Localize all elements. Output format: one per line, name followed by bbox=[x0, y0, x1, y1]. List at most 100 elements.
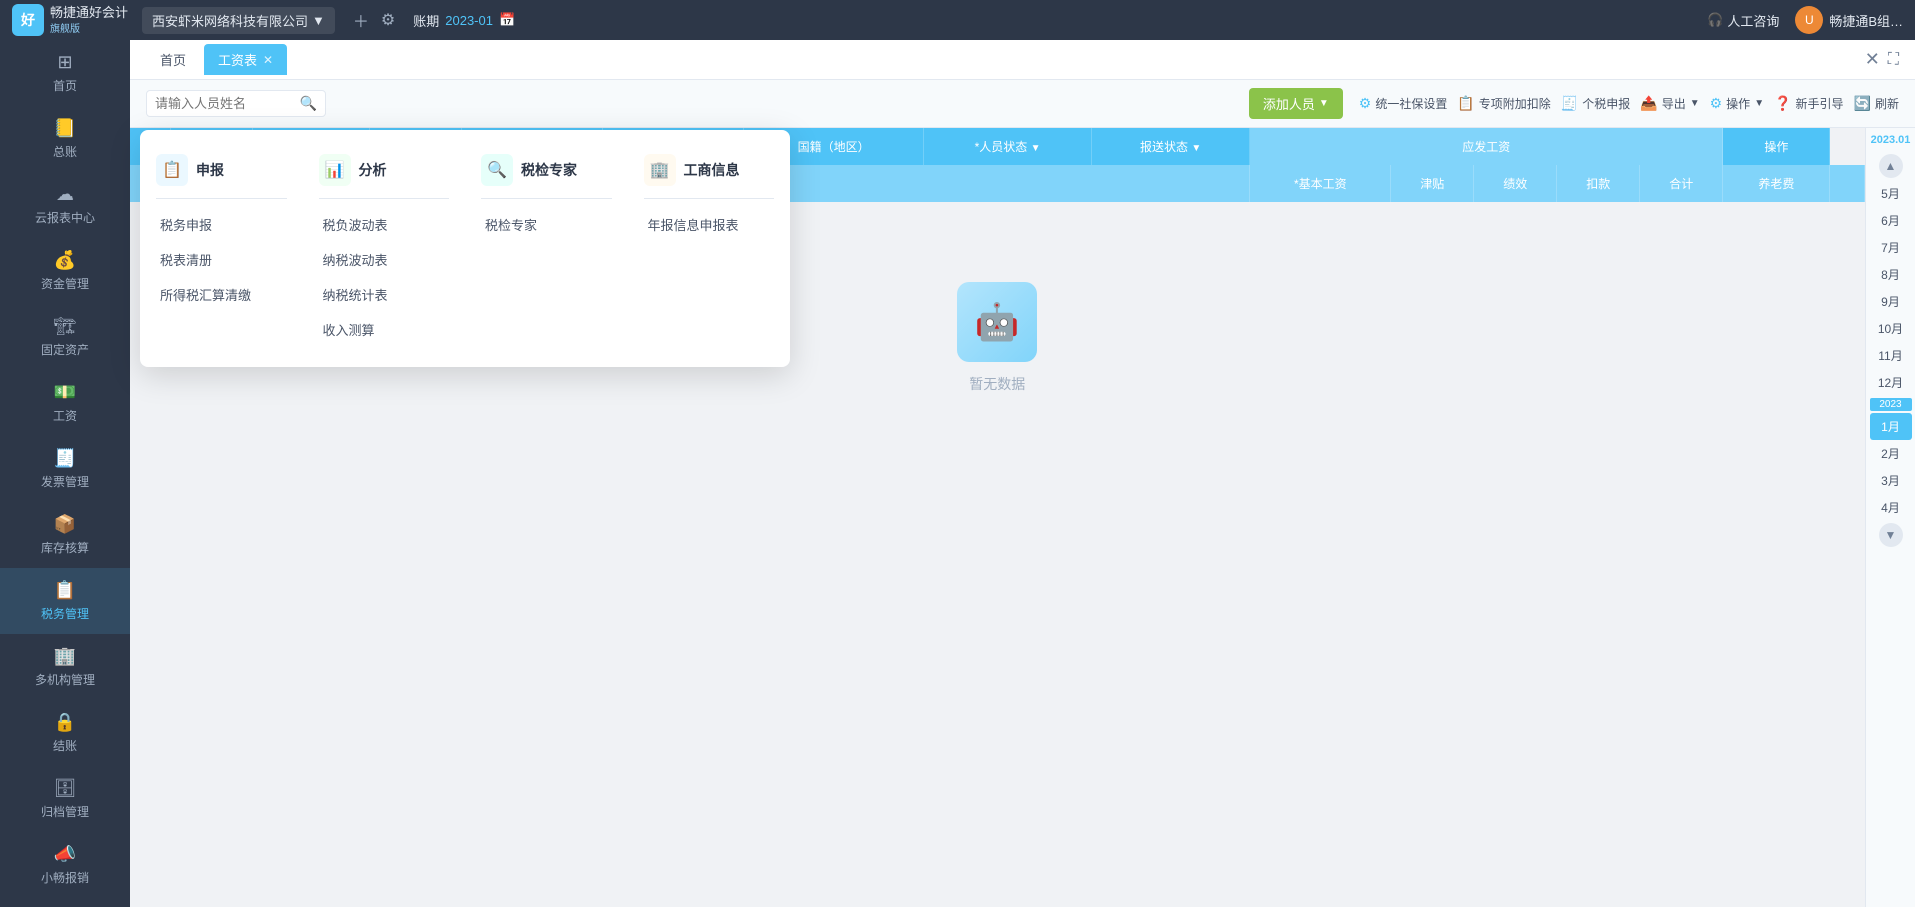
sidebar-item-invoice[interactable]: 🧾 发票管理 bbox=[0, 436, 130, 502]
sidebar-item-fund[interactable]: 💰 资金管理 bbox=[0, 238, 130, 304]
social-security-icon: ⚙ bbox=[1359, 95, 1372, 112]
calendar-icon[interactable]: 📅 bbox=[499, 12, 515, 28]
th-report-status: 报送状态 ▼ bbox=[1091, 128, 1249, 165]
sidebar-label-inventory: 库存核算 bbox=[41, 539, 89, 556]
sidebar-label-ledger: 总账 bbox=[53, 143, 77, 160]
tax-return-label: 个税申报 bbox=[1582, 95, 1630, 112]
cal-nav-down[interactable]: ▼ bbox=[1879, 523, 1903, 547]
period-display: 账期 2023-01 📅 bbox=[413, 11, 515, 30]
home-icon: ⊞ bbox=[57, 52, 72, 73]
menu-income-tax[interactable]: 所得税汇算清缴 bbox=[156, 277, 287, 312]
sidebar-item-inventory[interactable]: 📦 库存核算 bbox=[0, 502, 130, 568]
analysis-icon: 📊 bbox=[319, 154, 351, 186]
month-12[interactable]: 12月 bbox=[1870, 369, 1912, 396]
cal-nav-up[interactable]: ▲ bbox=[1879, 154, 1903, 178]
tab-payroll[interactable]: 工资表 ✕ bbox=[204, 44, 287, 75]
add-person-label: 添加人员 bbox=[1263, 94, 1315, 113]
sidebar-label-promo: 小畅报销 bbox=[41, 869, 89, 886]
service-button[interactable]: 🎧 人工咨询 bbox=[1707, 11, 1779, 30]
th-pension: 养老费 bbox=[1723, 165, 1830, 202]
sidebar-item-home[interactable]: ⊞ 首页 bbox=[0, 40, 130, 106]
th-op-blank bbox=[1830, 165, 1865, 202]
operate-btn[interactable]: ⚙ 操作 ▼ bbox=[1710, 95, 1764, 112]
month-7[interactable]: 7月 bbox=[1870, 234, 1912, 261]
sidebar-item-ledger[interactable]: 📒 总账 bbox=[0, 106, 130, 172]
menu-annual-report[interactable]: 年报信息申报表 bbox=[644, 207, 775, 242]
logo-text: 畅捷通好会计 bbox=[50, 5, 128, 21]
sidebar-item-settings[interactable]: ⚙ 基础设置 bbox=[0, 898, 130, 907]
biz-info-header: 🏢 工商信息 bbox=[644, 146, 775, 199]
tab-home[interactable]: 首页 bbox=[146, 44, 200, 75]
search-input[interactable] bbox=[155, 96, 296, 111]
menu-tax-stat[interactable]: 纳税统计表 bbox=[319, 277, 450, 312]
menu-income-calc[interactable]: 收入测算 bbox=[319, 312, 450, 347]
sidebar-item-close[interactable]: 🔒 结账 bbox=[0, 700, 130, 766]
export-btn[interactable]: 📤 导出 ▼ bbox=[1640, 95, 1699, 112]
operate-icon: ⚙ bbox=[1710, 95, 1723, 112]
month-3[interactable]: 3月 bbox=[1870, 467, 1912, 494]
window-close-icon[interactable]: ✕ bbox=[1865, 49, 1880, 70]
month-5[interactable]: 5月 bbox=[1870, 180, 1912, 207]
add-dropdown-arrow: ▼ bbox=[1319, 98, 1329, 109]
special-deduct-btn[interactable]: 📋 专项附加扣除 bbox=[1457, 95, 1550, 112]
sidebar-item-tax[interactable]: 📋 税务管理 bbox=[0, 568, 130, 634]
social-security-btn[interactable]: ⚙ 统一社保设置 bbox=[1359, 95, 1448, 112]
operate-label: 操作 bbox=[1726, 95, 1750, 112]
declaration-title: 申报 bbox=[196, 160, 224, 180]
sidebar-item-multi-org[interactable]: 🏢 多机构管理 bbox=[0, 634, 130, 700]
add-person-button[interactable]: 添加人员 ▼ bbox=[1249, 88, 1343, 119]
sidebar-label-fund: 资金管理 bbox=[41, 275, 89, 292]
payroll-icon: 💵 bbox=[54, 382, 76, 403]
export-icon: 📤 bbox=[1640, 95, 1657, 112]
special-deduct-label: 专项附加扣除 bbox=[1479, 95, 1551, 112]
tax-return-btn[interactable]: 🧾 个税申报 bbox=[1561, 95, 1630, 112]
window-fullscreen-icon[interactable]: ⛶ bbox=[1888, 51, 1899, 69]
month-6[interactable]: 6月 bbox=[1870, 207, 1912, 234]
right-panel-header: 2023.01 bbox=[1867, 128, 1915, 152]
menu-tax-declare[interactable]: 税务申报 bbox=[156, 207, 287, 242]
menu-tax-burden[interactable]: 税负波动表 bbox=[319, 207, 450, 242]
status-filter-icon: ▼ bbox=[1031, 143, 1041, 154]
sidebar-item-fixed-assets[interactable]: 🏗 固定资产 bbox=[0, 304, 130, 370]
refresh-icon: 🔄 bbox=[1854, 95, 1871, 112]
sidebar-item-promo[interactable]: 📣 小畅报销 bbox=[0, 832, 130, 898]
settings-icon[interactable]: ⚙ bbox=[381, 10, 395, 30]
close-books-icon: 🔒 bbox=[54, 712, 76, 733]
sidebar-item-cloud-report[interactable]: ☁ 云报表中心 bbox=[0, 172, 130, 238]
month-4[interactable]: 4月 bbox=[1870, 494, 1912, 521]
guide-toolbar-icon: ❓ bbox=[1774, 95, 1791, 112]
menu-tax-table[interactable]: 税表清册 bbox=[156, 242, 287, 277]
biz-info-title: 工商信息 bbox=[684, 160, 740, 180]
top-bar: 好 畅捷通好会计 旗舰版 西安虾米网络科技有限公司 ▼ ＋ ⚙ 账期 2023-… bbox=[0, 0, 1915, 40]
month-2[interactable]: 2月 bbox=[1870, 440, 1912, 467]
guide-btn[interactable]: ❓ 新手引导 bbox=[1774, 95, 1843, 112]
tab-close-icon[interactable]: ✕ bbox=[263, 53, 273, 67]
top-bar-actions: ＋ ⚙ bbox=[353, 8, 395, 32]
sidebar-label-assets: 固定资产 bbox=[41, 341, 89, 358]
social-security-label: 统一社保设置 bbox=[1375, 95, 1447, 112]
month-1[interactable]: 1月 bbox=[1870, 413, 1912, 440]
chevron-down-icon: ▼ bbox=[312, 13, 325, 28]
biz-info-icon: 🏢 bbox=[644, 154, 676, 186]
refresh-btn[interactable]: 🔄 刷新 bbox=[1854, 95, 1899, 112]
month-10[interactable]: 10月 bbox=[1870, 315, 1912, 342]
th-salary-group: 应发工资 bbox=[1250, 128, 1723, 165]
th-status: *人员状态 ▼ bbox=[924, 128, 1092, 165]
sidebar-item-archive[interactable]: 🗄 归档管理 bbox=[0, 766, 130, 832]
menu-tax-dynamic[interactable]: 纳税波动表 bbox=[319, 242, 450, 277]
sidebar-item-payroll[interactable]: 💵 工资 bbox=[0, 370, 130, 436]
cloud-icon: ☁ bbox=[56, 184, 74, 205]
dropdown-col-biz-info: 🏢 工商信息 年报信息申报表 bbox=[628, 130, 791, 367]
period-label: 账期 bbox=[413, 11, 439, 30]
search-icon[interactable]: 🔍 bbox=[300, 95, 317, 112]
analysis-header: 📊 分析 bbox=[319, 146, 450, 199]
add-icon[interactable]: ＋ bbox=[353, 8, 369, 32]
th-base-salary: *基本工资 bbox=[1250, 165, 1391, 202]
special-deduct-icon: 📋 bbox=[1457, 95, 1474, 112]
company-selector[interactable]: 西安虾米网络科技有限公司 ▼ bbox=[142, 7, 335, 34]
month-9[interactable]: 9月 bbox=[1870, 288, 1912, 315]
month-11[interactable]: 11月 bbox=[1870, 342, 1912, 369]
user-info[interactable]: U 畅捷通B组… bbox=[1795, 6, 1903, 34]
menu-tax-check[interactable]: 税检专家 bbox=[481, 207, 612, 242]
month-8[interactable]: 8月 bbox=[1870, 261, 1912, 288]
